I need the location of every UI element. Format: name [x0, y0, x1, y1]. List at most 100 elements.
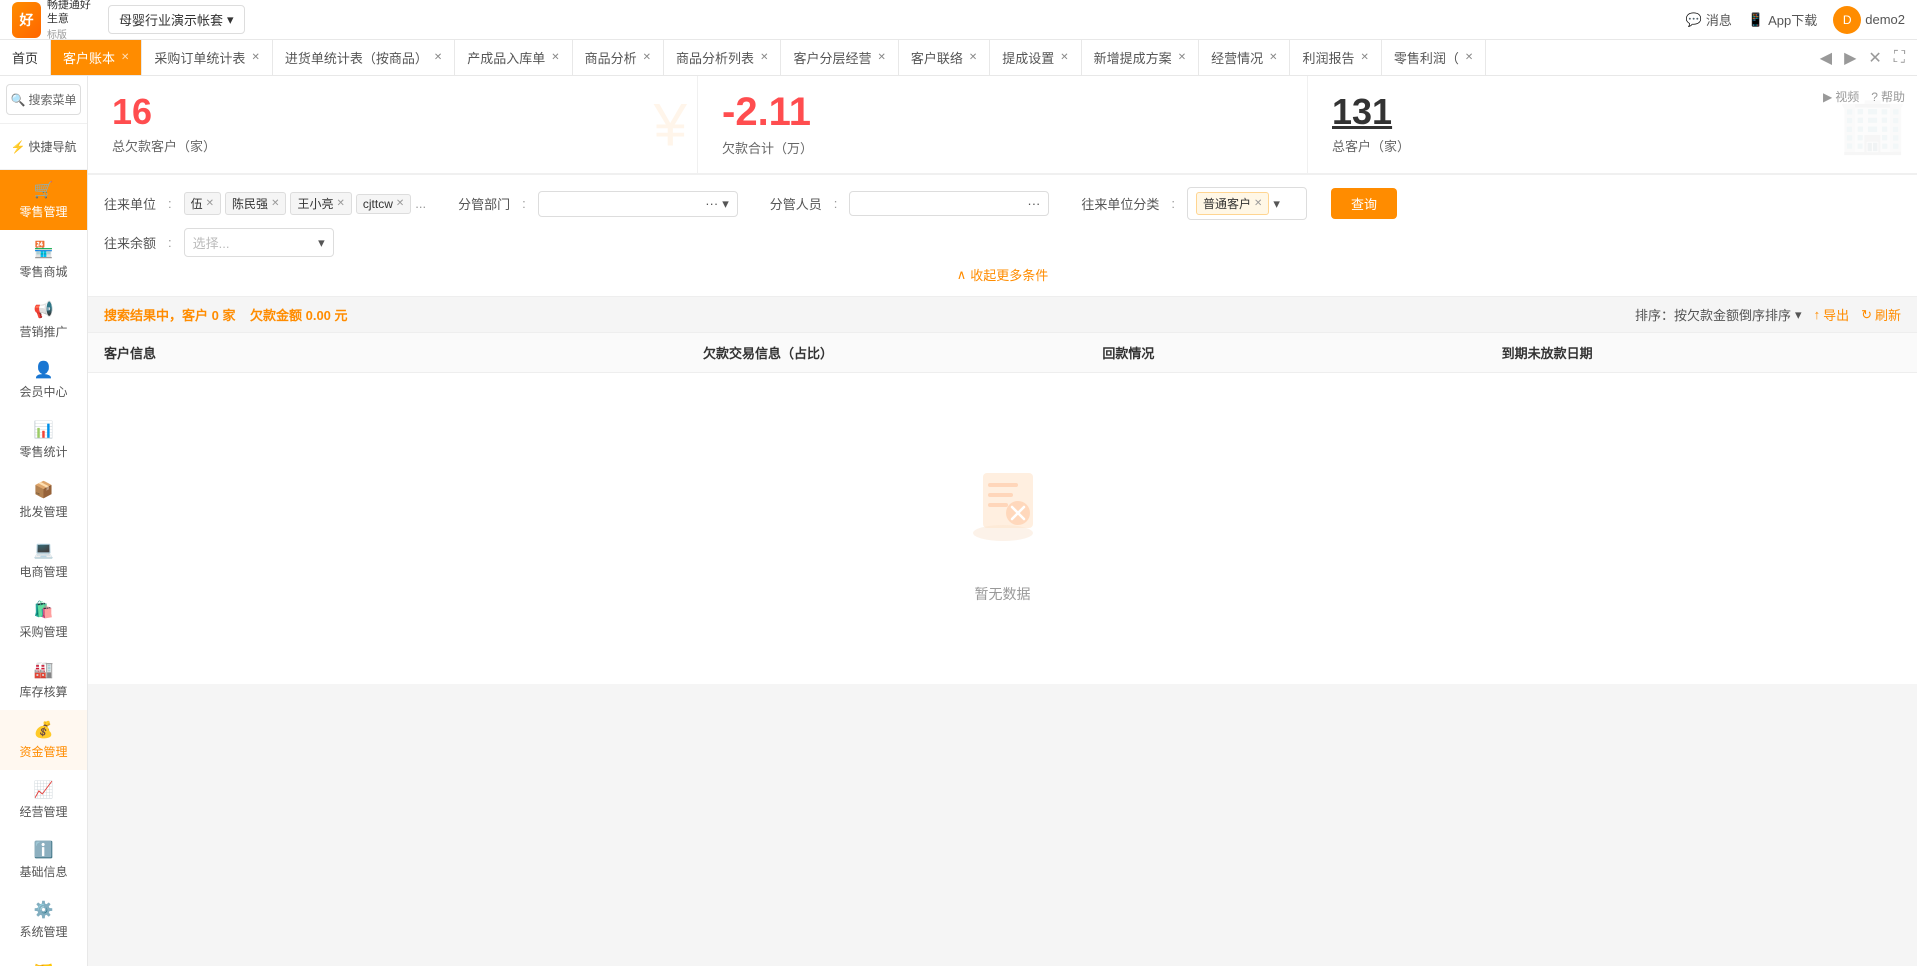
- sidebar-purchase-label: 采购管理: [19, 623, 67, 640]
- maximize-icon[interactable]: ⛶: [1890, 47, 1909, 69]
- close-icon[interactable]: ✕: [877, 52, 885, 63]
- sidebar-item-member[interactable]: 👤 会员中心: [0, 350, 87, 410]
- sort-select[interactable]: 排序：按欠款金额倒序排序 ▾: [1635, 305, 1802, 324]
- close-icon[interactable]: ✕: [1361, 52, 1369, 63]
- unit-class-value: 普通客户: [1203, 195, 1251, 212]
- next-tab-icon[interactable]: ▶: [1840, 46, 1860, 70]
- dept-select[interactable]: ··· ▾: [538, 191, 738, 217]
- query-button[interactable]: 查询: [1331, 188, 1397, 219]
- close-icon[interactable]: ✕: [551, 52, 559, 63]
- remove-tag-3-icon[interactable]: ✕: [336, 198, 344, 209]
- tab-profit[interactable]: 利润报告 ✕: [1290, 40, 1381, 76]
- retail-icon: 🛒: [34, 180, 54, 200]
- more-tags-btn[interactable]: ...: [415, 196, 426, 211]
- help-label: 帮助: [1881, 88, 1905, 105]
- enterprise-icon: 🤝: [34, 960, 54, 966]
- remove-class-tag-icon[interactable]: ✕: [1254, 198, 1262, 209]
- result-count: 0: [212, 308, 219, 323]
- tag-3-value: 王小亮: [297, 195, 333, 212]
- debt-unit: 元: [335, 308, 348, 323]
- sidebar-item-wholesale[interactable]: 📦 批发管理: [0, 470, 87, 530]
- app-download-btn[interactable]: 📱 App下载: [1748, 10, 1817, 29]
- remove-tag-1-icon[interactable]: ✕: [206, 198, 214, 209]
- tab-accounts[interactable]: 客户账本 ✕: [51, 40, 142, 76]
- sidebar-item-quick-nav[interactable]: ⚡ 快捷导航: [0, 130, 87, 163]
- colon-4: :: [1171, 196, 1175, 211]
- tag-2-value: 陈民强: [232, 195, 268, 212]
- stat-help-area: ▶ 视频 ? 帮助: [1823, 88, 1905, 105]
- tab-customer-connect[interactable]: 客户联络 ✕: [899, 40, 990, 76]
- empty-state: 暂无数据: [88, 373, 1917, 684]
- close-icon[interactable]: ✕: [434, 52, 442, 63]
- sidebar-item-system[interactable]: ⚙️ 系统管理: [0, 890, 87, 950]
- close-icon[interactable]: ✕: [1060, 52, 1068, 63]
- tab-product-analysis[interactable]: 商品分析 ✕: [573, 40, 664, 76]
- sidebar-item-purchase[interactable]: 🛍️ 采购管理: [0, 590, 87, 650]
- tab-home[interactable]: 首页: [0, 40, 51, 76]
- export-btn[interactable]: ↑ 导出: [1814, 305, 1850, 324]
- sidebar-item-basic-info[interactable]: ℹ️ 基础信息: [0, 830, 87, 890]
- help-btn[interactable]: ? 帮助: [1871, 88, 1905, 105]
- sidebar-item-operations[interactable]: 📈 经营管理: [0, 770, 87, 830]
- user-area[interactable]: D demo2: [1833, 6, 1905, 34]
- sidebar-wholesale-label: 批发管理: [19, 503, 67, 520]
- message-btn[interactable]: 💬 消息: [1686, 10, 1732, 29]
- person-select[interactable]: ···: [849, 191, 1049, 216]
- company-selector[interactable]: 母婴行业演示帐套 ▾: [108, 5, 245, 34]
- tab-product-inbound[interactable]: 产成品入库单 ✕: [455, 40, 572, 76]
- prev-tab-icon[interactable]: ◀: [1816, 46, 1836, 70]
- close-icon[interactable]: ✕: [643, 52, 651, 63]
- sidebar-item-retail[interactable]: 🛒 零售管理: [0, 170, 87, 230]
- remove-tag-2-icon[interactable]: ✕: [271, 198, 279, 209]
- app-label: App下载: [1768, 10, 1817, 29]
- sidebar-item-enterprise[interactable]: 🤝 企业协同: [0, 950, 87, 966]
- search-icon: 🔍: [11, 93, 26, 107]
- unit-class-tag: 普通客户 ✕: [1196, 192, 1269, 215]
- chevron-down-icon: ▾: [227, 12, 234, 28]
- remove-tag-4-icon[interactable]: ✕: [396, 198, 404, 209]
- tab-new-plan[interactable]: 新增提成方案 ✕: [1082, 40, 1199, 76]
- sidebar-item-retail-stats[interactable]: 📊 零售统计: [0, 410, 87, 470]
- tab-customer-connect-label: 客户联络: [911, 48, 963, 67]
- sidebar-item-retail-mall[interactable]: 🏪 零售商城: [0, 230, 87, 290]
- close-icon[interactable]: ✕: [969, 52, 977, 63]
- filter-tag-2[interactable]: 陈民强 ✕: [225, 192, 286, 215]
- close-icon[interactable]: ✕: [1465, 52, 1473, 63]
- close-icon[interactable]: ✕: [251, 52, 259, 63]
- sidebar-item-ecommerce[interactable]: 💻 电商管理: [0, 530, 87, 590]
- tab-inbound-stats[interactable]: 进货单统计表（按商品） ✕: [273, 40, 455, 76]
- refresh-btn[interactable]: ↻ 刷新: [1861, 305, 1901, 324]
- tab-promo-label: 提成设置: [1002, 48, 1054, 67]
- total-customers2-label: 总客户（家）: [1332, 136, 1893, 155]
- wholesale-icon: 📦: [34, 480, 54, 500]
- filter-tag-3[interactable]: 王小亮 ✕: [290, 192, 351, 215]
- balance-label: 往来余额: [104, 233, 156, 252]
- collapse-btn[interactable]: ∧ 收起更多条件: [104, 265, 1901, 284]
- close-icon[interactable]: ✕: [760, 52, 768, 63]
- sidebar-item-finance[interactable]: 💰 资金管理: [0, 710, 87, 770]
- sidebar-item-inventory[interactable]: 🏭 库存核算: [0, 650, 87, 710]
- tab-promo-settings[interactable]: 提成设置 ✕: [990, 40, 1081, 76]
- balance-select[interactable]: 选择... ▾: [184, 228, 334, 257]
- close-icon[interactable]: ✕: [1269, 52, 1277, 63]
- tab-product-list[interactable]: 商品分析列表 ✕: [664, 40, 781, 76]
- filter-tag-4[interactable]: cjttcw ✕: [356, 194, 411, 214]
- tab-operation[interactable]: 经营情况 ✕: [1199, 40, 1290, 76]
- sidebar-finance-label: 资金管理: [19, 743, 67, 760]
- close-all-icon[interactable]: ✕: [1864, 46, 1885, 70]
- tab-customer-tier[interactable]: 客户分层经营 ✕: [781, 40, 898, 76]
- sidebar-item-marketing[interactable]: 📢 营销推广: [0, 290, 87, 350]
- sidebar-search-area: 🔍 搜索菜单: [0, 76, 87, 124]
- sidebar-inventory-label: 库存核算: [19, 683, 67, 700]
- result-info: 搜索结果中，客户 0 家 欠款金额 0.00 元: [104, 305, 348, 324]
- search-menu-button[interactable]: 🔍 搜索菜单: [6, 84, 81, 115]
- tab-purchase-order[interactable]: 采购订单统计表 ✕: [142, 40, 272, 76]
- filter-tag-1[interactable]: 伍 ✕: [184, 192, 221, 215]
- close-icon[interactable]: ✕: [1178, 52, 1186, 63]
- close-icon[interactable]: ✕: [121, 52, 129, 63]
- tab-retail-profit[interactable]: 零售利润（ ✕: [1382, 40, 1486, 76]
- video-help-btn[interactable]: ▶ 视频: [1823, 88, 1859, 105]
- col-debt-trade: 欠款交易信息（占比）: [703, 343, 1102, 362]
- marketing-icon: 📢: [34, 300, 54, 320]
- unit-class-select[interactable]: 普通客户 ✕ ▾: [1187, 187, 1307, 220]
